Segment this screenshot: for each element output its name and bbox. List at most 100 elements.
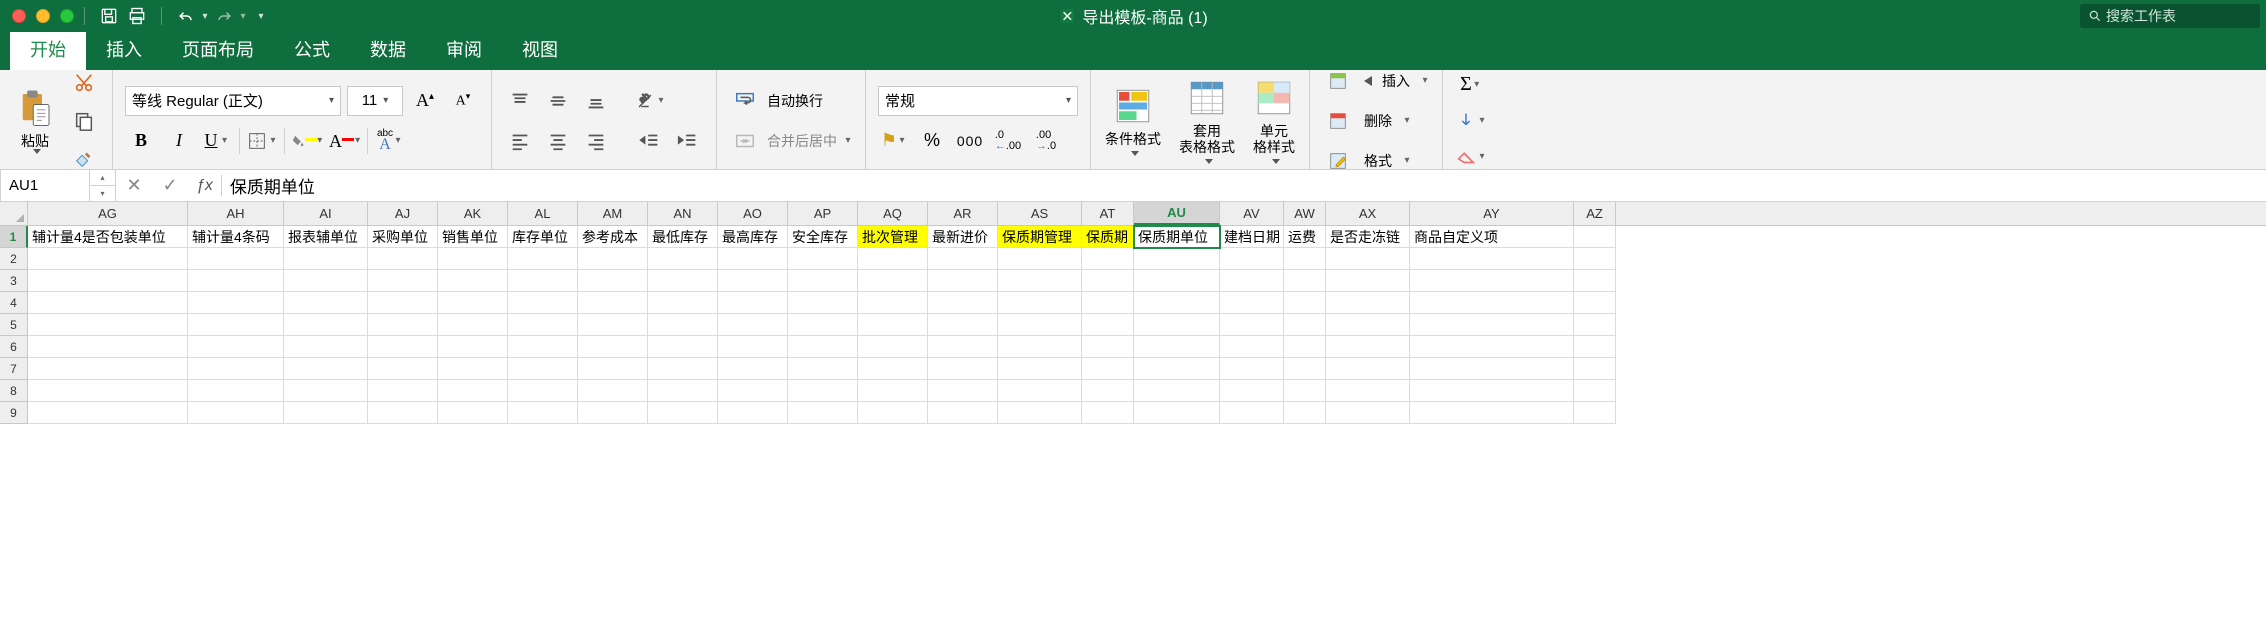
cell-AQ2[interactable] [858,248,928,270]
confirm-formula-button[interactable]: ✓ [152,170,188,201]
delete-dropdown[interactable]: ▾ [1402,115,1412,126]
cell-AN9[interactable] [648,402,718,424]
cell-AJ2[interactable] [368,248,438,270]
undo-button[interactable] [172,2,200,30]
cell-AP3[interactable] [788,270,858,292]
cell-AU3[interactable] [1134,270,1220,292]
increase-font-button[interactable]: A▴ [409,86,441,116]
cell-AS7[interactable] [998,358,1082,380]
increase-indent-button[interactable] [672,126,704,156]
font-size-combo[interactable]: 11 ▾ [347,86,403,116]
cell-AJ4[interactable] [368,292,438,314]
column-header-AP[interactable]: AP [788,202,858,225]
cell-AO1[interactable]: 最高库存 [718,226,788,248]
cut-button[interactable] [68,68,100,98]
column-header-AS[interactable]: AS [998,202,1082,225]
cell-AP6[interactable] [788,336,858,358]
cell-AU6[interactable] [1134,336,1220,358]
cell-AN6[interactable] [648,336,718,358]
cell-AO2[interactable] [718,248,788,270]
select-all-corner[interactable] [0,202,28,225]
cell-AV6[interactable] [1220,336,1284,358]
cell-AH4[interactable] [188,292,284,314]
cell-AJ5[interactable] [368,314,438,336]
cell-AK7[interactable] [438,358,508,380]
cell-AN8[interactable] [648,380,718,402]
cell-AJ1[interactable]: 采购单位 [368,226,438,248]
cell-AH7[interactable] [188,358,284,380]
paste-dropdown[interactable] [33,149,41,154]
cell-AJ9[interactable] [368,402,438,424]
cell-AS8[interactable] [998,380,1082,402]
cell-AX9[interactable] [1326,402,1410,424]
cell-AG3[interactable] [28,270,188,292]
cell-AK3[interactable] [438,270,508,292]
cancel-formula-button[interactable]: ✕ [116,170,152,201]
cell-AV1[interactable]: 建档日期 [1220,226,1284,248]
column-header-AT[interactable]: AT [1082,202,1134,225]
cell-AV4[interactable] [1220,292,1284,314]
cell-AL5[interactable] [508,314,578,336]
font-color-button[interactable]: A ▾ [329,126,361,156]
merge-center-button[interactable] [729,126,761,156]
column-header-AQ[interactable]: AQ [858,202,928,225]
column-header-AH[interactable]: AH [188,202,284,225]
row-header-1[interactable]: 1 [0,226,28,248]
cell-AK5[interactable] [438,314,508,336]
cell-AP2[interactable] [788,248,858,270]
tab-审阅[interactable]: 审阅 [426,28,502,70]
cell-AH1[interactable]: 辅计量4条码 [188,226,284,248]
borders-button[interactable]: ▾ [246,126,278,156]
comma-button[interactable]: 000 [954,126,986,156]
tab-插入[interactable]: 插入 [86,28,162,70]
cell-AY4[interactable] [1410,292,1574,314]
tab-视图[interactable]: 视图 [502,28,578,70]
cell-AX8[interactable] [1326,380,1410,402]
cell-AL7[interactable] [508,358,578,380]
cell-AG5[interactable] [28,314,188,336]
underline-button[interactable]: U▾ [201,126,233,156]
cell-AX7[interactable] [1326,358,1410,380]
percent-button[interactable]: % [916,126,948,156]
cell-AR1[interactable]: 最新进价 [928,226,998,248]
cell-AO6[interactable] [718,336,788,358]
cell-AR2[interactable] [928,248,998,270]
tab-数据[interactable]: 数据 [350,28,426,70]
cell-AR8[interactable] [928,380,998,402]
cell-AU8[interactable] [1134,380,1220,402]
cell-AT4[interactable] [1082,292,1134,314]
row-header-8[interactable]: 8 [0,380,28,402]
cell-AW6[interactable] [1284,336,1326,358]
cell-AN3[interactable] [648,270,718,292]
cell-AR3[interactable] [928,270,998,292]
cell-AG9[interactable] [28,402,188,424]
cell-AO3[interactable] [718,270,788,292]
column-header-AJ[interactable]: AJ [368,202,438,225]
cell-AZ6[interactable] [1574,336,1616,358]
cell-AG6[interactable] [28,336,188,358]
close-window-button[interactable] [12,9,26,23]
tab-公式[interactable]: 公式 [274,28,350,70]
cell-AG2[interactable] [28,248,188,270]
cell-AK8[interactable] [438,380,508,402]
column-header-AO[interactable]: AO [718,202,788,225]
cell-AL3[interactable] [508,270,578,292]
cell-AQ7[interactable] [858,358,928,380]
cell-AW4[interactable] [1284,292,1326,314]
cell-AN7[interactable] [648,358,718,380]
cell-AJ3[interactable] [368,270,438,292]
cell-AO7[interactable] [718,358,788,380]
cell-AL1[interactable]: 库存单位 [508,226,578,248]
cell-AS3[interactable] [998,270,1082,292]
cell-AT6[interactable] [1082,336,1134,358]
cell-AY3[interactable] [1410,270,1574,292]
row-header-2[interactable]: 2 [0,248,28,270]
cell-AY2[interactable] [1410,248,1574,270]
tab-开始[interactable]: 开始 [10,28,86,70]
tab-页面布局[interactable]: 页面布局 [162,28,274,70]
cell-AI9[interactable] [284,402,368,424]
cell-AY5[interactable] [1410,314,1574,336]
cell-AZ7[interactable] [1574,358,1616,380]
cell-AM8[interactable] [578,380,648,402]
cell-AL2[interactable] [508,248,578,270]
